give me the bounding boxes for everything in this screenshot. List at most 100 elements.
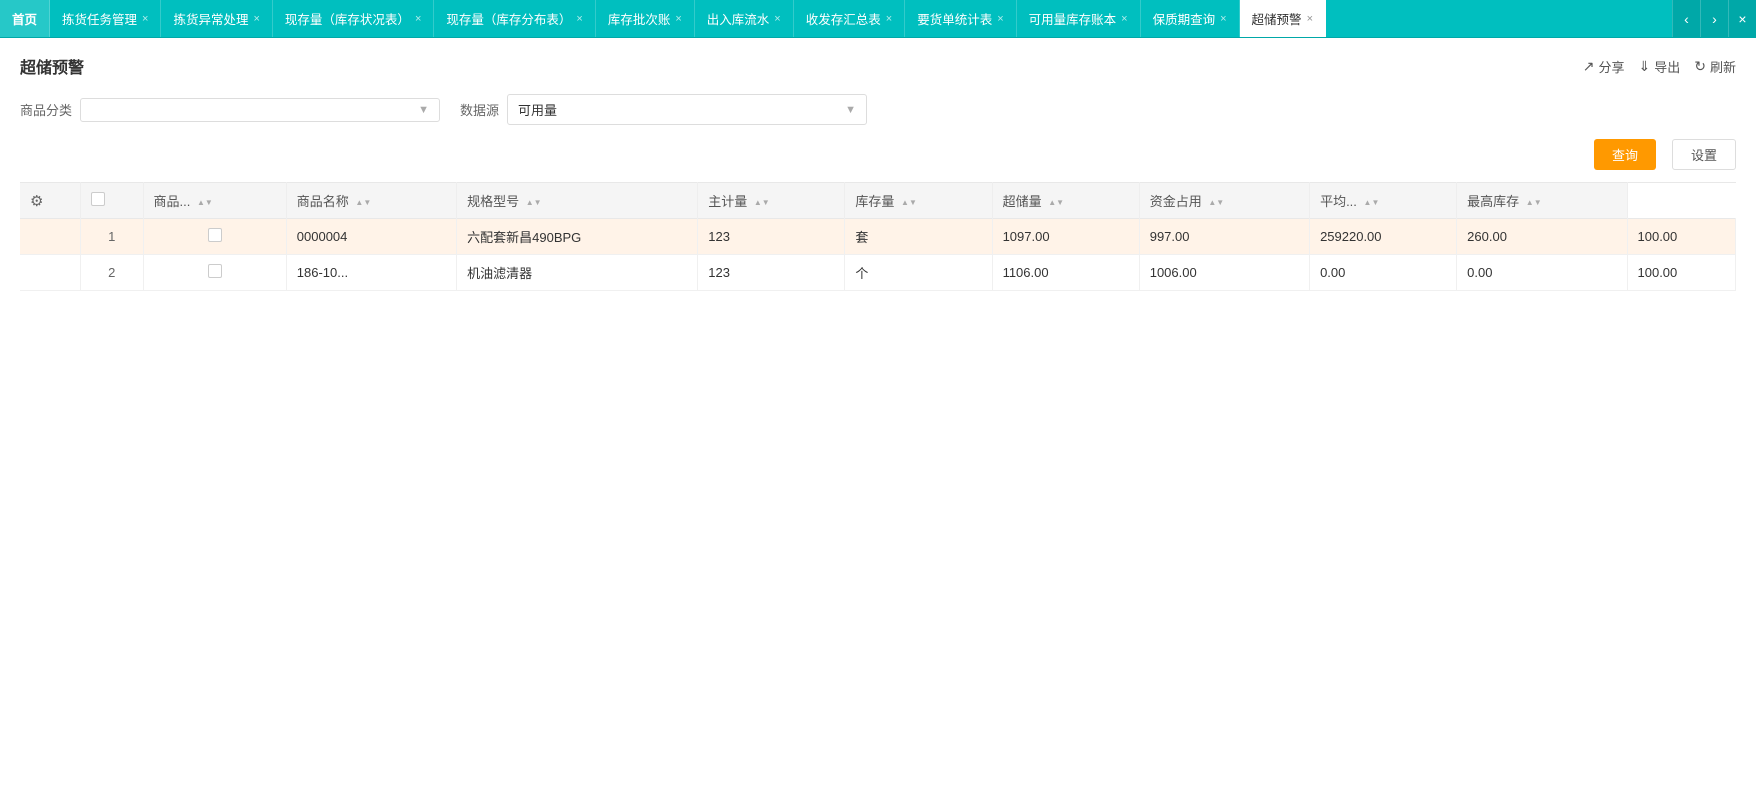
export-label: 导出 xyxy=(1654,57,1680,76)
data-table: ⚙ 商品... ▲▼ 商品名称 ▲▼ 规格型号 ▲▼ 主计 xyxy=(20,182,1736,291)
sort-icon-product-code: ▲▼ xyxy=(197,199,213,207)
th-over-qty[interactable]: 超储量 ▲▼ xyxy=(992,183,1139,219)
sort-icon-over-qty: ▲▼ xyxy=(1048,199,1064,207)
th-stock-qty-label: 库存量 xyxy=(855,194,894,209)
cell-spec-1: 123 xyxy=(698,255,845,291)
cell-max-stock-0: 100.00 xyxy=(1627,219,1736,255)
nav-tab-shelf-life-label: 保质期查询 xyxy=(1153,9,1216,28)
share-action[interactable]: ↗ 分享 xyxy=(1583,57,1625,76)
nav-tab-inout-flow[interactable]: 出入库流水 × xyxy=(695,0,794,38)
th-max-stock-label: 最高库存 xyxy=(1467,194,1519,209)
th-avg-label: 平均... xyxy=(1320,194,1357,209)
nav-tab-home-label: 首页 xyxy=(12,9,37,28)
nav-tab-overstock[interactable]: 超储预警 × xyxy=(1240,0,1326,38)
nav-tab-abnormal-close[interactable]: × xyxy=(253,13,259,25)
nav-tab-task-mgmt-label: 拣货任务管理 xyxy=(62,9,137,28)
data-source-chevron: ▼ xyxy=(845,104,856,116)
nav-tab-home[interactable]: 首页 xyxy=(0,0,50,38)
nav-tab-stock-status-label: 现存量（库存状况表） xyxy=(285,9,410,28)
nav-tab-overstock-label: 超储预警 xyxy=(1252,9,1302,28)
nav-tab-collect[interactable]: 收发存汇总表 × xyxy=(794,0,905,38)
nav-tab-avail-stock-label: 可用量库存账本 xyxy=(1029,9,1117,28)
table-row: 2 186-10... 机油滤清器 123 个 1106.00 1006.00 … xyxy=(20,255,1736,291)
th-unit[interactable]: 主计量 ▲▼ xyxy=(698,183,845,219)
th-spec[interactable]: 规格型号 ▲▼ xyxy=(457,183,698,219)
share-icon: ↗ xyxy=(1583,58,1595,75)
product-category-label: 商品分类 xyxy=(20,100,72,119)
data-source-select[interactable]: 可用量 ▼ xyxy=(507,94,867,125)
nav-tab-batch[interactable]: 库存批次账 × xyxy=(596,0,695,38)
cell-checkbox-0 xyxy=(143,219,286,255)
cell-avg-0: 260.00 xyxy=(1457,219,1627,255)
cell-checkbox-1 xyxy=(143,255,286,291)
refresh-icon: ↻ xyxy=(1694,58,1706,75)
nav-tab-order-stat[interactable]: 要货单统计表 × xyxy=(905,0,1016,38)
nav-arrow-left[interactable]: ‹ xyxy=(1672,0,1700,38)
page-content: 超储预警 ↗ 分享 ⇓ 导出 ↻ 刷新 商品分类 ▼ 数据源 xyxy=(0,38,1756,307)
cell-over-qty-0: 997.00 xyxy=(1139,219,1309,255)
product-category-select[interactable]: ▼ xyxy=(80,98,440,122)
cell-max-stock-1: 100.00 xyxy=(1627,255,1736,291)
nav-tab-order-stat-close[interactable]: × xyxy=(997,13,1003,25)
refresh-label: 刷新 xyxy=(1710,57,1736,76)
nav-tab-shelf-life[interactable]: 保质期查询 × xyxy=(1141,0,1240,38)
nav-tab-inout-flow-close[interactable]: × xyxy=(774,13,780,25)
th-capital-use[interactable]: 资金占用 ▲▼ xyxy=(1139,183,1309,219)
sort-icon-product-name: ▲▼ xyxy=(355,199,371,207)
nav-tab-batch-close[interactable]: × xyxy=(675,13,681,25)
action-buttons-row: 查询 设置 xyxy=(20,139,1736,170)
nav-tab-task-mgmt[interactable]: 拣货任务管理 × xyxy=(50,0,161,38)
export-action[interactable]: ⇓ 导出 xyxy=(1639,57,1681,76)
sort-icon-max-stock: ▲▼ xyxy=(1526,199,1542,207)
nav-tab-stock-status-close[interactable]: × xyxy=(415,13,421,25)
sort-icon-stock-qty: ▲▼ xyxy=(901,199,917,207)
cell-stock-qty-1: 1106.00 xyxy=(992,255,1139,291)
cell-capital-use-0: 259220.00 xyxy=(1310,219,1457,255)
nav-tab-stock-dist[interactable]: 现存量（库存分布表） × xyxy=(434,0,595,38)
export-icon: ⇓ xyxy=(1639,58,1651,75)
product-category-chevron: ▼ xyxy=(418,104,429,116)
nav-tab-overstock-close[interactable]: × xyxy=(1307,13,1313,25)
row-checkbox-1[interactable] xyxy=(208,264,222,278)
table-row: 1 0000004 六配套新昌490BPG 123 套 1097.00 997.… xyxy=(20,219,1736,255)
nav-tab-stock-status[interactable]: 现存量（库存状况表） × xyxy=(273,0,434,38)
nav-arrow-close[interactable]: × xyxy=(1728,0,1756,38)
table-header-row: ⚙ 商品... ▲▼ 商品名称 ▲▼ 规格型号 ▲▼ 主计 xyxy=(20,183,1736,219)
nav-tab-batch-label: 库存批次账 xyxy=(608,9,671,28)
settings-button[interactable]: 设置 xyxy=(1672,139,1736,170)
header-checkbox[interactable] xyxy=(91,192,105,206)
filter-row: 商品分类 ▼ 数据源 可用量 ▼ xyxy=(20,94,1736,125)
th-product-code-label: 商品... xyxy=(154,194,191,209)
th-product-code[interactable]: 商品... ▲▼ xyxy=(143,183,286,219)
refresh-action[interactable]: ↻ 刷新 xyxy=(1694,57,1736,76)
nav-arrows: ‹ › × xyxy=(1672,0,1756,38)
sort-icon-spec: ▲▼ xyxy=(526,199,542,207)
cell-capital-use-1: 0.00 xyxy=(1310,255,1457,291)
row-checkbox-0[interactable] xyxy=(208,228,222,242)
th-stock-qty[interactable]: 库存量 ▲▼ xyxy=(845,183,992,219)
gear-icon[interactable]: ⚙ xyxy=(30,193,43,210)
nav-tab-stock-dist-close[interactable]: × xyxy=(576,13,582,25)
th-unit-label: 主计量 xyxy=(708,194,747,209)
nav-arrow-right[interactable]: › xyxy=(1700,0,1728,38)
th-max-stock[interactable]: 最高库存 ▲▼ xyxy=(1457,183,1627,219)
cell-spec-0: 123 xyxy=(698,219,845,255)
data-source-filter: 数据源 可用量 ▼ xyxy=(460,94,867,125)
nav-tab-task-mgmt-close[interactable]: × xyxy=(142,13,148,25)
nav-tab-avail-stock-close[interactable]: × xyxy=(1121,13,1127,25)
cell-unit-1: 个 xyxy=(845,255,992,291)
th-product-name[interactable]: 商品名称 ▲▼ xyxy=(286,183,456,219)
cell-avg-1: 0.00 xyxy=(1457,255,1627,291)
nav-tab-abnormal[interactable]: 拣货异常处理 × xyxy=(161,0,272,38)
th-avg[interactable]: 平均... ▲▼ xyxy=(1310,183,1457,219)
nav-tab-collect-close[interactable]: × xyxy=(886,13,892,25)
nav-tab-avail-stock[interactable]: 可用量库存账本 × xyxy=(1017,0,1141,38)
nav-tab-shelf-life-close[interactable]: × xyxy=(1220,13,1226,25)
sort-icon-unit: ▲▼ xyxy=(754,199,770,207)
th-capital-use-label: 资金占用 xyxy=(1150,194,1202,209)
cell-settings-1 xyxy=(20,255,81,291)
page-header: 超储预警 ↗ 分享 ⇓ 导出 ↻ 刷新 xyxy=(20,54,1736,78)
query-button[interactable]: 查询 xyxy=(1594,139,1656,170)
cell-product-name-0: 六配套新昌490BPG xyxy=(457,219,698,255)
data-source-label: 数据源 xyxy=(460,100,499,119)
